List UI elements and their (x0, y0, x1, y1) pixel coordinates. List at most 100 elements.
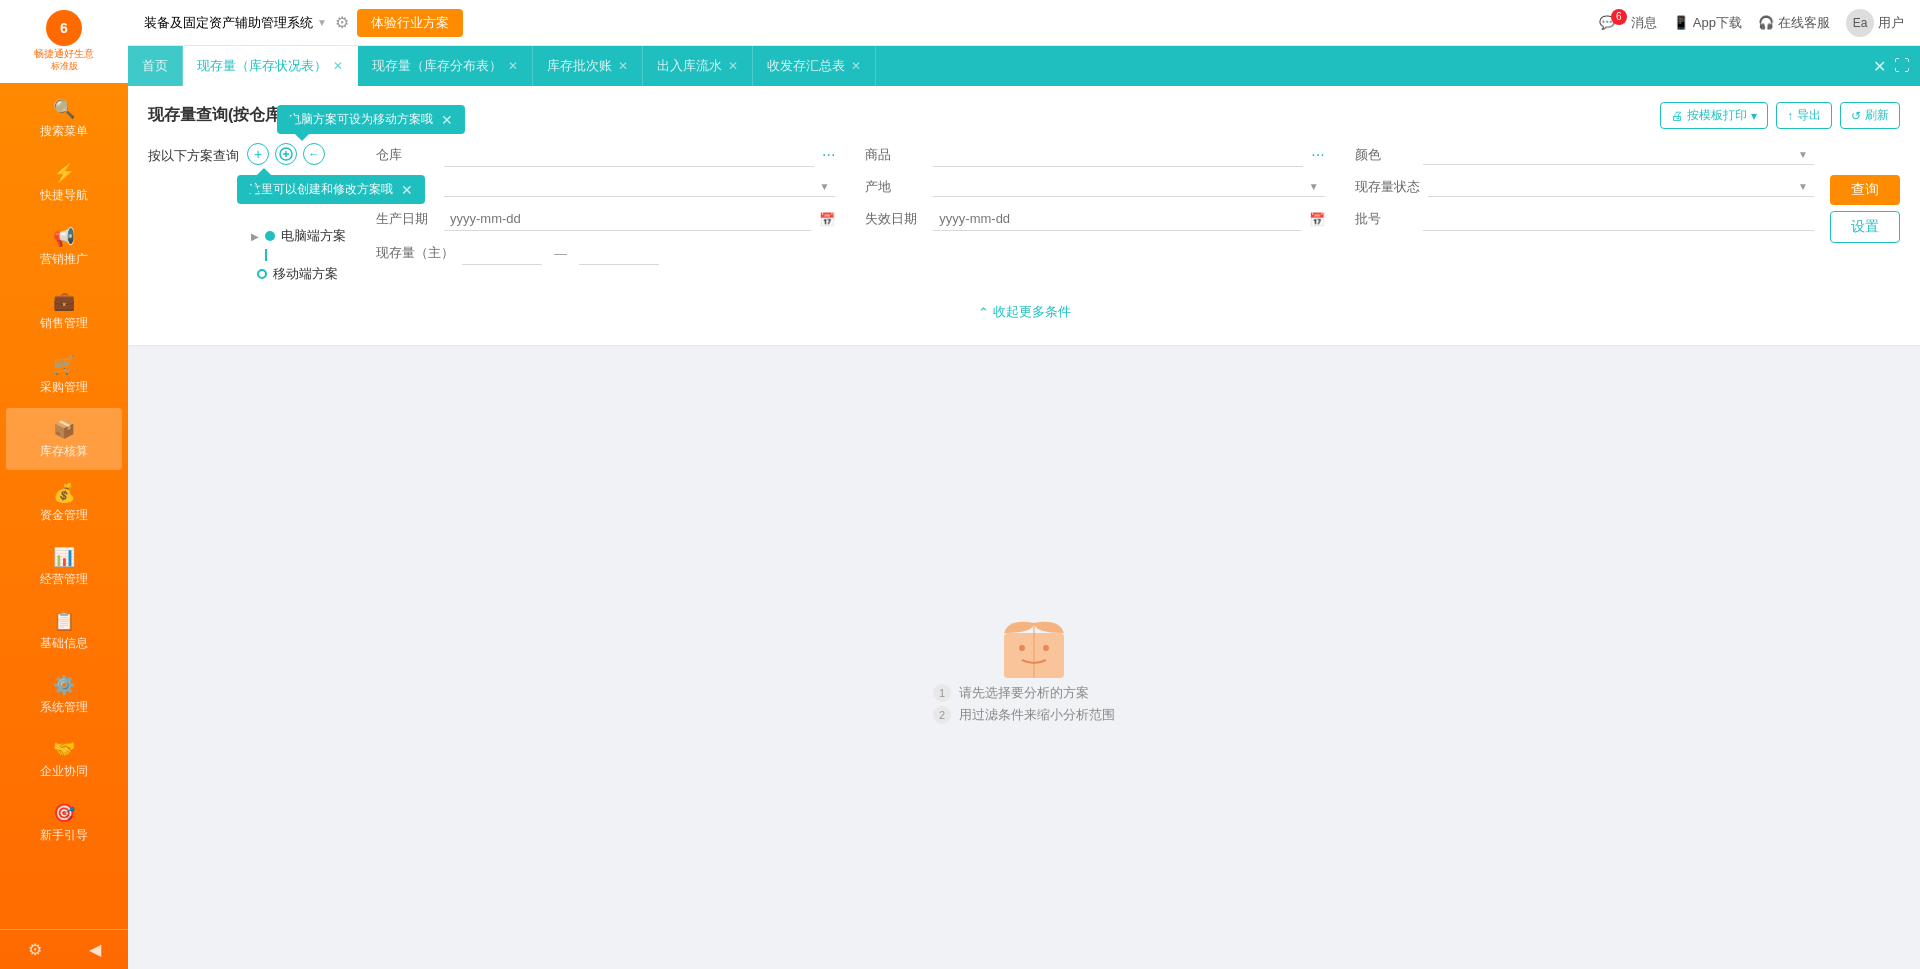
expire-date-input[interactable] (933, 207, 1300, 231)
sidebar-item-marketing[interactable]: 📢 营销推广 (6, 216, 122, 278)
system-name-dropdown[interactable]: 装备及固定资产辅助管理系统 ▼ (144, 14, 327, 32)
warehouse-input[interactable] (444, 143, 814, 167)
color-field: 颜色 ▼ (1355, 143, 1814, 167)
warehouse-label: 仓库 (376, 146, 436, 164)
edit-scheme-button[interactable] (275, 143, 297, 165)
sidebar-item-label: 系统管理 (40, 699, 88, 716)
prod-date-calendar-icon[interactable]: 📅 (819, 212, 835, 227)
settings-bottom-btn[interactable]: ⚙ (28, 940, 42, 959)
stock-main-label: 现存量（主） (376, 244, 454, 262)
sidebar-nav: 🔍 搜索菜单 ⚡ 快捷导航 📢 营销推广 💼 销售管理 🛒 采购管理 📦 库存核… (0, 83, 128, 929)
stock-status-select[interactable]: ▼ (1428, 177, 1814, 197)
empty-svg (984, 588, 1084, 688)
sales-icon: 💼 (53, 290, 75, 312)
user-label: 用户 (1878, 14, 1904, 32)
headset-icon: 🎧 (1758, 15, 1774, 30)
sidebar-item-system[interactable]: ⚙️ 系统管理 (6, 664, 122, 726)
sidebar-item-purchase[interactable]: 🛒 采购管理 (6, 344, 122, 406)
template-print-button[interactable]: 🖨 按模板打印 ▾ (1660, 102, 1768, 129)
app-download-action[interactable]: 📱 App下载 (1673, 14, 1742, 32)
stock-main-from-input[interactable] (462, 241, 542, 265)
sidebar-item-quicknav[interactable]: ⚡ 快捷导航 (6, 152, 122, 214)
reset-button[interactable]: 设置 (1830, 211, 1900, 243)
tab-close-icon[interactable]: ✕ (851, 59, 861, 73)
app-edition: 标准版 (51, 60, 78, 73)
user-action[interactable]: Ea 用户 (1846, 9, 1904, 37)
tab-home-label: 首页 (142, 57, 168, 75)
color-dropdown-icon: ▼ (1798, 149, 1808, 160)
sidebar-item-basics[interactable]: 📋 基础信息 (6, 600, 122, 662)
refresh-button[interactable]: ↺ 刷新 (1840, 102, 1900, 129)
refresh-icon: ↺ (1851, 109, 1861, 123)
sidebar-item-guide[interactable]: 🎯 新手引导 (6, 792, 122, 854)
expire-date-calendar-icon[interactable]: 📅 (1309, 212, 1325, 227)
tooltip-close-2[interactable]: ✕ (401, 182, 413, 198)
expire-date-label: 失效日期 (865, 210, 925, 228)
back-arrow-button[interactable]: ← (303, 143, 325, 165)
notification-action[interactable]: 💬 6 消息 (1599, 14, 1657, 32)
tab-expand-icon[interactable]: ⛶ (1894, 57, 1910, 75)
origin-field: 产地 ▼ (865, 177, 1324, 197)
sidebar-item-collab[interactable]: 🤝 企业协同 (6, 728, 122, 790)
tab-close-icon[interactable]: ✕ (618, 59, 628, 73)
desktop-scheme-label: 电脑端方案 (281, 227, 346, 245)
quicknav-icon: ⚡ (53, 162, 75, 184)
tab-close-icon[interactable]: ✕ (333, 59, 343, 73)
dropdown-arrow-icon: ▾ (1751, 109, 1757, 123)
online-support-action[interactable]: 🎧 在线客服 (1758, 14, 1830, 32)
size-select[interactable]: ▼ (444, 177, 835, 197)
tab-batch-account[interactable]: 库存批次账 ✕ (533, 46, 643, 86)
scheme-desktop[interactable]: ▶ 电脑端方案 (251, 225, 346, 247)
user-avatar: Ea (1846, 9, 1874, 37)
filter-label: 按以下方案查询 (148, 143, 239, 165)
tab-summary[interactable]: 收发存汇总表 ✕ (753, 46, 876, 86)
empty-state: 1 请先选择要分析的方案 2 用过滤条件来缩小分析范围 (128, 346, 1920, 969)
title-actions: 🖨 按模板打印 ▾ ↑ 导出 ↺ 刷新 (1660, 102, 1900, 129)
tab-inout-flow[interactable]: 出入库流水 ✕ (643, 46, 753, 86)
sidebar-item-inventory[interactable]: 📦 库存核算 (6, 408, 122, 470)
tab-close-icon[interactable]: ✕ (508, 59, 518, 73)
tab-inventory-dist[interactable]: 现存量（库存分布表） ✕ (358, 46, 533, 86)
collapse-sidebar-btn[interactable]: ◀ (89, 940, 101, 959)
settings-gear-icon[interactable]: ⚙ (335, 13, 349, 32)
basics-icon: 📋 (53, 610, 75, 632)
tab-inventory-status[interactable]: 现存量（库存状况表） ✕ (183, 46, 358, 86)
prod-date-input[interactable] (444, 207, 811, 231)
origin-select[interactable]: ▼ (933, 177, 1324, 197)
sidebar-item-search[interactable]: 🔍 搜索菜单 (6, 88, 122, 150)
sidebar-bottom: ⚙ ◀ (0, 929, 128, 969)
mobile-dot (257, 269, 267, 279)
sidebar-item-label: 营销推广 (40, 251, 88, 268)
desktop-dot (265, 231, 275, 241)
goods-dots[interactable]: ··· (1311, 146, 1324, 164)
sidebar-item-label: 资金管理 (40, 507, 88, 524)
stock-main-to-input[interactable] (579, 241, 659, 265)
tree-connector-line (265, 249, 346, 261)
scheme-mobile[interactable]: 移动端方案 (257, 263, 346, 285)
industry-solution-button[interactable]: 体验行业方案 (357, 9, 463, 37)
tab-close-icon[interactable]: ✕ (728, 59, 738, 73)
tooltip-close-1[interactable]: ✕ (441, 112, 453, 128)
sidebar-item-sales[interactable]: 💼 销售管理 (6, 280, 122, 342)
add-scheme-button[interactable]: + (247, 143, 269, 165)
tab-inout-flow-label: 出入库流水 (657, 57, 722, 75)
guide-icon: 🎯 (53, 802, 75, 824)
sidebar-item-label: 新手引导 (40, 827, 88, 844)
dropdown-arrow-icon: ▼ (317, 17, 327, 28)
sidebar-item-finance[interactable]: 💰 资金管理 (6, 472, 122, 534)
tooltip-scheme-mobile: 电脑方案可设为移动方案哦 ✕ (277, 105, 465, 134)
filter-fields-area: 仓库 ··· 商品 ··· 颜色 (346, 143, 1814, 265)
color-select[interactable]: ▼ (1423, 145, 1814, 165)
tab-home[interactable]: 首页 (128, 46, 183, 86)
sidebar-item-label: 搜索菜单 (40, 123, 88, 140)
sidebar-item-management[interactable]: 📊 经营管理 (6, 536, 122, 598)
query-button[interactable]: 查询 (1830, 175, 1900, 205)
app-download-label: App下载 (1693, 14, 1742, 32)
tab-close-all-icon[interactable]: ✕ (1873, 57, 1886, 76)
batch-input[interactable] (1423, 207, 1814, 231)
goods-input[interactable] (933, 143, 1303, 167)
collapse-row[interactable]: ⌃ 收起更多条件 (148, 295, 1900, 329)
export-button[interactable]: ↑ 导出 (1776, 102, 1832, 129)
tree-arrow-icon: ▶ (251, 231, 259, 242)
warehouse-dots[interactable]: ··· (822, 146, 835, 164)
